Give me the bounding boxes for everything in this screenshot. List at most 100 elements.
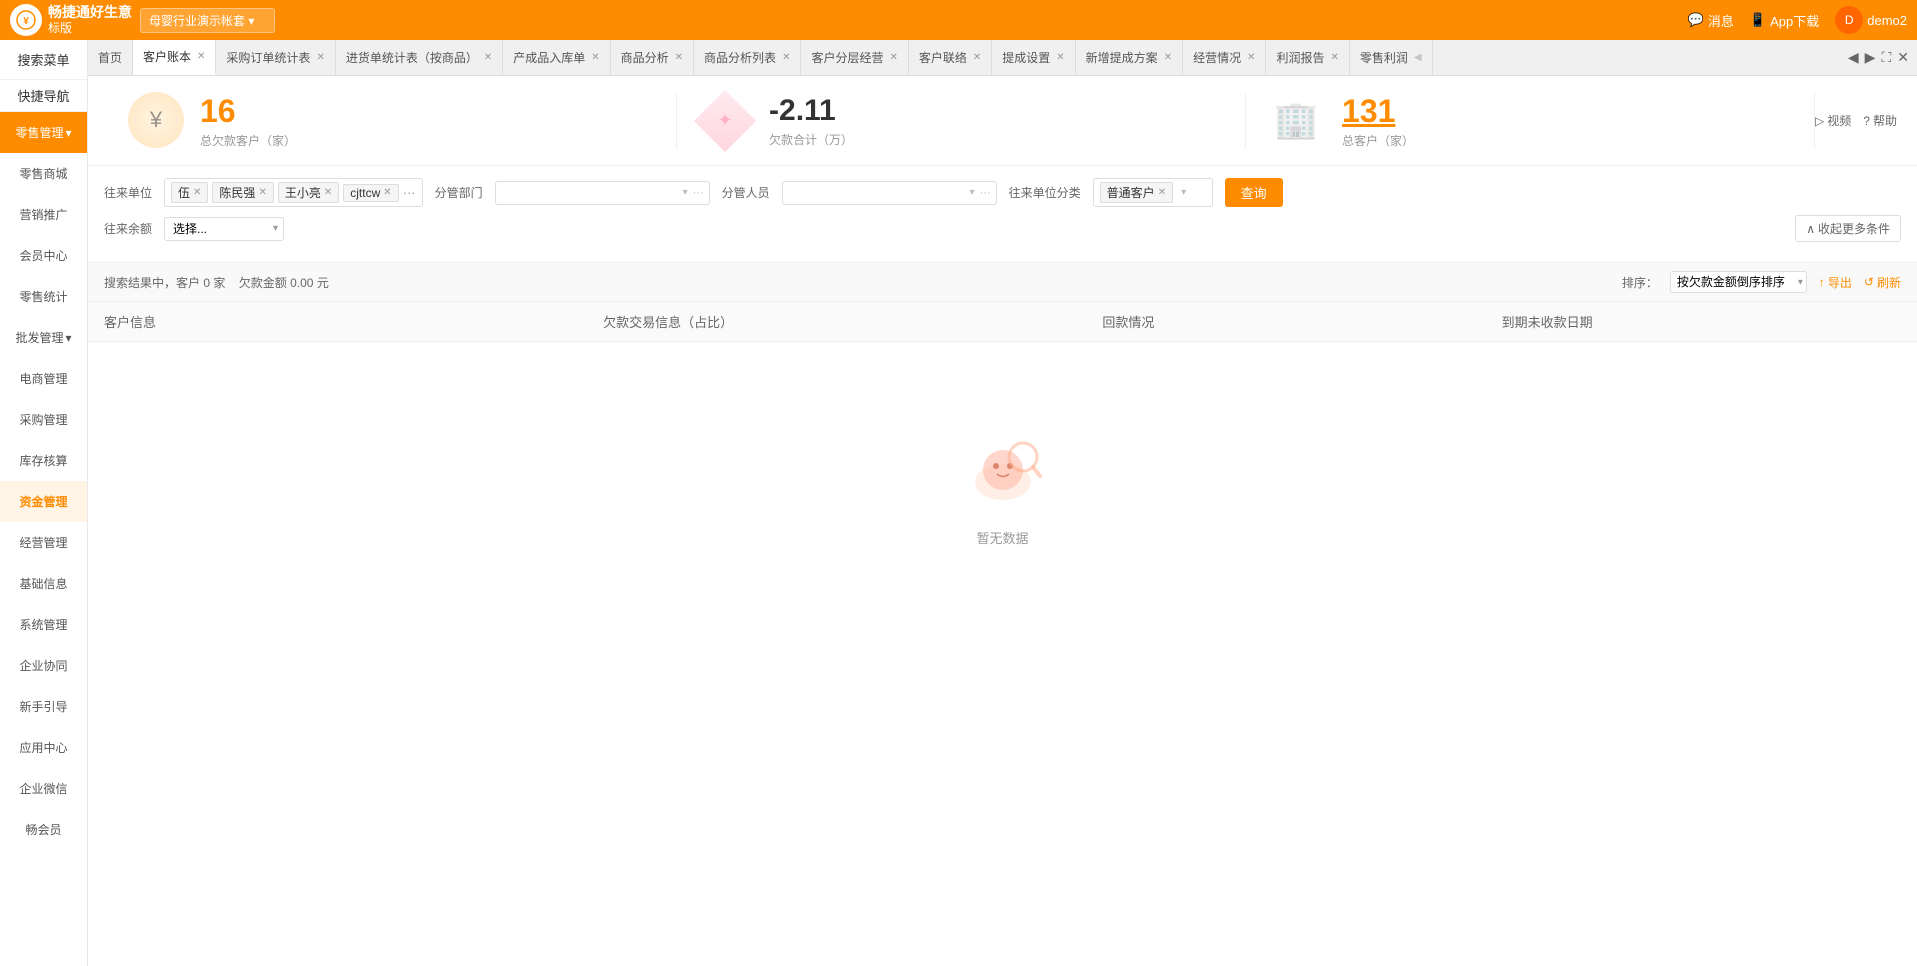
query-button[interactable]: 查询 [1225,178,1283,207]
tab-operations-status[interactable]: 经营情况 ✕ [1183,40,1266,75]
tab-prev-button[interactable]: ◀ [1848,49,1859,66]
tab-close-customer-accounts[interactable]: ✕ [197,51,205,62]
col-header-date: 到期未收款日期 [1502,312,1901,331]
tab-close-retail[interactable]: ◀ [1414,52,1422,63]
sidebar-item-retail-mall[interactable]: 零售商城 [0,153,87,194]
filter-dept-wrapper: ··· ▾ [495,181,710,205]
sidebar-item-vip[interactable]: 畅会员 [0,809,87,850]
refresh-button[interactable]: ↺ 刷新 [1864,274,1901,291]
stat-label-debt: 欠款合计（万） [769,131,853,148]
sidebar-item-purchase[interactable]: 采购管理 [0,399,87,440]
sort-select[interactable]: 按欠款金额倒序排序 [1670,271,1807,293]
tab-customer-contact[interactable]: 客户联络 ✕ [909,40,992,75]
help-link[interactable]: ? 帮助 [1863,112,1897,129]
tab-fullscreen-button[interactable]: ⛶ [1881,49,1891,66]
tab-customer-accounts[interactable]: 客户账本 ✕ [133,40,216,75]
sidebar: 搜索菜单 快捷导航 零售管理 ▾ 零售商城 营销推广 会员中心 零售统计 批发管… [0,40,88,966]
user-profile[interactable]: D demo2 [1835,6,1907,34]
remove-tag-wang[interactable]: ✕ [324,187,332,198]
stats-bar: ¥ 16 总欠款客户（家） ✦ - [88,76,1917,166]
filter-tag-normal-client[interactable]: 普通客户 ✕ [1100,182,1173,203]
sidebar-item-app-center[interactable]: 应用中心 [0,727,87,768]
tab-new-commission[interactable]: 新增提成方案 ✕ [1076,40,1183,75]
tab-purchase-order-stats[interactable]: 采购订单统计表 ✕ [216,40,335,75]
tab-close-new-commission[interactable]: ✕ [1164,52,1172,63]
tab-close-analysis-list[interactable]: ✕ [782,52,790,63]
app-download-button[interactable]: 📱 App下载 [1750,11,1819,30]
tab-next-button[interactable]: ▶ [1865,49,1876,66]
tab-customer-tier[interactable]: 客户分层经营 ✕ [801,40,908,75]
col-header-repay: 回款情况 [1102,312,1501,331]
tab-close-inbound[interactable]: ✕ [591,52,599,63]
remove-tag-cjttcw[interactable]: ✕ [383,187,391,198]
remove-tag-wu[interactable]: ✕ [193,187,201,198]
sidebar-item-enterprise-wechat[interactable]: 企业微信 [0,768,87,809]
chevron-up-icon: ∧ [1806,222,1815,236]
sidebar-item-retail-management[interactable]: 零售管理 ▾ [0,112,87,153]
filter-category-chevron: ▾ [1181,187,1186,198]
sidebar-item-wholesale-mgmt[interactable]: 批发管理 ▾ [0,317,87,358]
sidebar-item-system[interactable]: 系统管理 [0,604,87,645]
sidebar-item-finance[interactable]: 资金管理 [0,481,87,522]
filter-dept-input[interactable] [495,181,710,205]
sidebar-item-retail-stats[interactable]: 零售统计 [0,276,87,317]
tab-product-analysis[interactable]: 商品分析 ✕ [611,40,694,75]
tab-product-inbound[interactable]: 产成品入库单 ✕ [503,40,610,75]
tab-close-profit[interactable]: ✕ [1331,52,1339,63]
sidebar-search[interactable]: 搜索菜单 [0,40,87,80]
tab-close-goods[interactable]: ✕ [484,52,492,63]
remove-tag-normal[interactable]: ✕ [1158,187,1166,198]
tab-close-tier[interactable]: ✕ [889,52,897,63]
filter-label-person: 分管人员 [722,184,770,201]
tab-product-analysis-list[interactable]: 商品分析列表 ✕ [694,40,801,75]
logo-text: 畅捷通好生意 标版 [48,4,132,35]
tab-commission-settings[interactable]: 提成设置 ✕ [992,40,1075,75]
filter-label-unit: 往来单位 [104,184,152,201]
page-content: ¥ 16 总欠款客户（家） ✦ - [88,76,1917,966]
video-link[interactable]: ▷ 视频 [1815,112,1851,129]
message-button[interactable]: 💬 消息 [1688,11,1734,30]
sidebar-item-new-guide[interactable]: 新手引导 [0,686,87,727]
sidebar-quick-nav[interactable]: 快捷导航 [0,80,87,112]
sidebar-item-ecommerce[interactable]: 电商管理 [0,358,87,399]
results-right: 排序： 按欠款金额倒序排序 ▾ ↑ 导出 ↺ [1622,271,1901,293]
filter-person-input[interactable] [782,181,997,205]
tab-close-commission[interactable]: ✕ [1056,52,1064,63]
filter-unit-tags[interactable]: 伍 ✕ 陈民强 ✕ 王小亮 ✕ [164,178,423,207]
filter-tag-wang[interactable]: 王小亮 ✕ [278,182,339,203]
stat-number-clients: 16 [200,92,296,130]
tab-close-analysis[interactable]: ✕ [675,52,683,63]
tab-close-purchase[interactable]: ✕ [316,52,324,63]
tab-profit-report[interactable]: 利润报告 ✕ [1266,40,1349,75]
filter-tag-cjttcw[interactable]: cjttcw ✕ [343,184,398,202]
top-bar-left: ¥ 畅捷通好生意 标版 母婴行业演示帐套 ▾ [10,4,275,36]
remove-tag-chen[interactable]: ✕ [258,187,266,198]
filter-more-tags[interactable]: ··· [403,185,416,200]
tab-retail-profit[interactable]: 零售利润 ◀ [1350,40,1433,75]
collapse-filter-button[interactable]: ∧ 收起更多条件 [1795,215,1901,242]
filter-tag-chen[interactable]: 陈民强 ✕ [212,182,273,203]
filter-balance-select[interactable]: 选择... [164,217,284,241]
sort-select-wrapper: 按欠款金额倒序排序 ▾ [1670,271,1807,293]
filter-tag-wu[interactable]: 伍 ✕ [171,182,208,203]
tab-close-operations[interactable]: ✕ [1247,52,1255,63]
sidebar-item-enterprise-collab[interactable]: 企业协同 [0,645,87,686]
sidebar-item-marketing[interactable]: 营销推广 [0,194,87,235]
sidebar-item-member-center[interactable]: 会员中心 [0,235,87,276]
logo-icon: ¥ [10,4,42,36]
tab-home[interactable]: 首页 [88,40,133,75]
tab-goods-purchase-stats[interactable]: 进货单统计表（按商品） ✕ [336,40,503,75]
chevron-down-icon: ▾ [65,126,71,140]
sidebar-item-basic-info[interactable]: 基础信息 [0,563,87,604]
tab-close-contact[interactable]: ✕ [973,52,981,63]
tab-close-all-button[interactable]: ✕ [1897,49,1909,66]
sidebar-item-operations[interactable]: 经营管理 [0,522,87,563]
account-dropdown[interactable]: 母婴行业演示帐套 ▾ [140,8,275,33]
svg-text:¥: ¥ [23,16,29,27]
tab-bar-controls: ◀ ▶ ⛶ ✕ [1840,40,1917,75]
sidebar-item-inventory[interactable]: 库存核算 [0,440,87,481]
stat-icon-clients: ¥ [128,92,184,148]
app-icon: 📱 [1750,12,1766,28]
filter-category-tags[interactable]: 普通客户 ✕ ▾ [1093,178,1213,207]
export-button[interactable]: ↑ 导出 [1819,274,1852,291]
